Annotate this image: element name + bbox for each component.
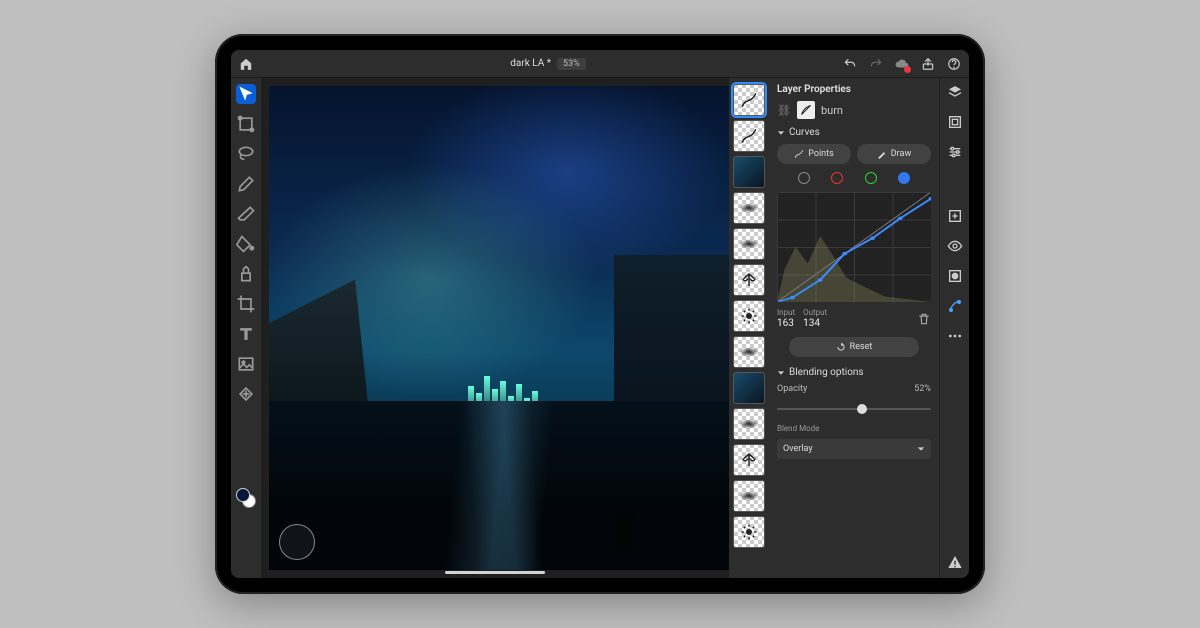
output-value[interactable]: 134 — [803, 318, 827, 329]
clone-tool[interactable] — [236, 264, 256, 284]
visibility-icon[interactable] — [947, 238, 963, 254]
document-title-area: dark LA * 53% — [253, 58, 843, 70]
eraser-tool[interactable] — [236, 204, 256, 224]
scene-person — [611, 511, 637, 551]
right-rail — [939, 78, 969, 578]
blending-section-header[interactable]: Blending options — [777, 367, 931, 378]
share-icon[interactable] — [921, 57, 935, 71]
mask-icon[interactable] — [947, 268, 963, 284]
properties-panel: Layer Properties ⛓ burn Curves Points Dr… — [769, 78, 939, 578]
layer-thumb[interactable] — [733, 300, 765, 332]
chevron-down-icon — [917, 445, 925, 453]
canvas-image[interactable] — [269, 86, 729, 570]
layer-strip — [729, 78, 769, 578]
blendmode-value: Overlay — [783, 444, 813, 454]
io-row: Input 163 Output 134 — [777, 308, 931, 329]
layer-thumb[interactable] — [733, 408, 765, 440]
home-icon[interactable] — [239, 57, 253, 71]
brush-preview[interactable] — [279, 524, 315, 560]
warning-icon[interactable] — [947, 554, 963, 570]
curves-label: Curves — [789, 127, 820, 138]
layer-name[interactable]: burn — [821, 104, 843, 117]
redo-icon[interactable] — [869, 57, 883, 71]
more-icon[interactable] — [947, 328, 963, 344]
properties-panel-icon[interactable] — [947, 114, 963, 130]
transform-tool[interactable] — [236, 114, 256, 134]
delete-point-icon[interactable] — [917, 312, 931, 326]
help-icon[interactable] — [947, 57, 961, 71]
opacity-slider[interactable] — [777, 402, 931, 416]
lasso-tool[interactable] — [236, 144, 256, 164]
channel-blue[interactable] — [898, 172, 910, 184]
channel-rgb[interactable] — [798, 172, 810, 184]
channel-row — [777, 170, 931, 186]
topbar: dark LA * 53% — [231, 50, 969, 78]
undo-icon[interactable] — [843, 57, 857, 71]
chevron-down-icon — [777, 129, 785, 137]
fill-tool[interactable] — [236, 234, 256, 254]
curves-section-header[interactable]: Curves — [777, 127, 931, 138]
output-label: Output — [803, 308, 827, 317]
layer-thumb[interactable] — [733, 372, 765, 404]
layer-thumb[interactable] — [733, 192, 765, 224]
layer-thumb[interactable] — [733, 156, 765, 188]
brush-tool[interactable] — [236, 174, 256, 194]
layer-thumb[interactable] — [733, 444, 765, 476]
blendmode-label: Blend Mode — [777, 424, 931, 433]
layer-thumb[interactable] — [733, 84, 765, 116]
document-title: dark LA * — [510, 58, 551, 69]
add-layer-icon[interactable] — [947, 208, 963, 224]
type-tool[interactable] — [236, 324, 256, 344]
blendmode-select[interactable]: Overlay — [777, 439, 931, 459]
points-label: Points — [808, 149, 834, 159]
layer-thumb[interactable] — [733, 480, 765, 512]
opacity-value: 52% — [914, 384, 931, 394]
input-label: Input — [777, 308, 795, 317]
reset-button[interactable]: Reset — [789, 337, 919, 357]
layer-thumb[interactable] — [733, 336, 765, 368]
curves-points-button[interactable]: Points — [777, 144, 851, 164]
layers-panel-icon[interactable] — [947, 84, 963, 100]
left-toolbar — [231, 78, 261, 578]
main-area: Layer Properties ⛓ burn Curves Points Dr… — [231, 78, 969, 578]
curves-draw-button[interactable]: Draw — [857, 144, 931, 164]
layer-thumb[interactable] — [733, 264, 765, 296]
chain-icon[interactable]: ⛓ — [777, 104, 791, 117]
layer-thumb-icon[interactable] — [797, 101, 815, 119]
app-screen: dark LA * 53% — [231, 50, 969, 578]
reset-label: Reset — [850, 342, 873, 352]
opacity-label: Opacity — [777, 384, 807, 394]
blending-label: Blending options — [789, 367, 864, 378]
layer-thumb[interactable] — [733, 120, 765, 152]
scene-road — [269, 401, 729, 570]
input-value[interactable]: 163 — [777, 318, 795, 329]
draw-label: Draw — [891, 149, 911, 159]
channel-green[interactable] — [865, 172, 877, 184]
heal-tool[interactable] — [236, 384, 256, 404]
fx-icon[interactable] — [947, 298, 963, 314]
cloud-sync-icon[interactable] — [895, 57, 909, 71]
layer-thumb[interactable] — [733, 228, 765, 260]
panel-title: Layer Properties — [777, 84, 931, 95]
adjustments-icon[interactable] — [947, 144, 963, 160]
fg-color[interactable] — [236, 488, 250, 502]
color-swatch[interactable] — [236, 488, 256, 508]
chevron-down-icon — [777, 369, 785, 377]
layer-thumb[interactable] — [733, 516, 765, 548]
canvas-area[interactable] — [261, 78, 729, 578]
move-tool[interactable] — [236, 84, 256, 104]
ipad-home-indicator[interactable] — [445, 571, 545, 574]
channel-red[interactable] — [831, 172, 843, 184]
ipad-frame: dark LA * 53% — [215, 34, 985, 594]
curve-line[interactable] — [777, 192, 931, 302]
curves-graph[interactable] — [777, 192, 931, 302]
place-image-tool[interactable] — [236, 354, 256, 374]
crop-tool[interactable] — [236, 294, 256, 314]
current-layer-row: ⛓ burn — [777, 101, 931, 119]
zoom-level[interactable]: 53% — [557, 58, 586, 70]
